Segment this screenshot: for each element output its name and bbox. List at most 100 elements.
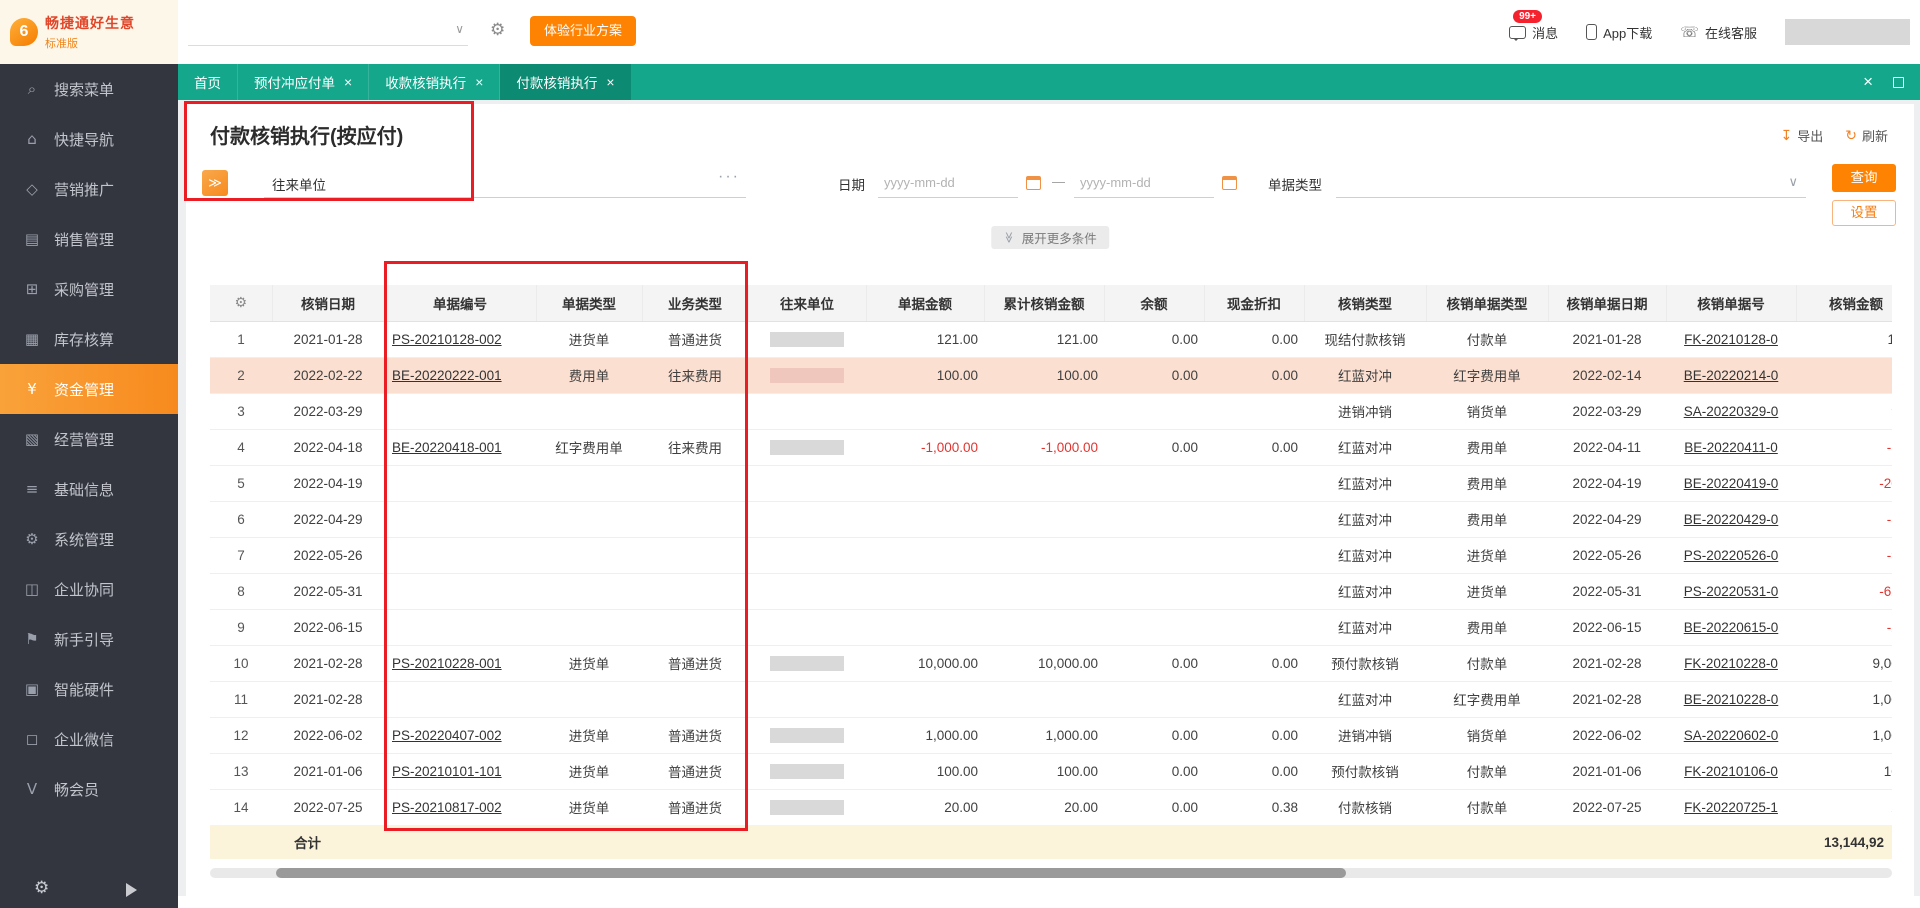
export-button[interactable]: ↧ 导出 (1781, 126, 1824, 145)
cell-doc-no: BE-20220418-001 (384, 429, 536, 466)
writeoff-doc-no-link[interactable]: FK-20210106-0 (1684, 764, 1778, 779)
tab[interactable]: 首页 (178, 64, 238, 100)
writeoff-doc-no-link[interactable]: BE-20220419-0 (1684, 476, 1779, 491)
expand-more-conditions-button[interactable]: ≫ 展开更多条件 (991, 226, 1109, 249)
sidebar-item[interactable]: ◻ 企业微信 (0, 714, 178, 764)
query-button[interactable]: 查询 (1832, 164, 1896, 192)
collapse-filter-button[interactable]: ≫ (202, 170, 228, 196)
writeoff-doc-no-link[interactable]: BE-20220429-0 (1684, 512, 1779, 527)
date-to-input[interactable]: yyyy-mm-dd (1074, 166, 1214, 198)
table-row[interactable]: 14 2022-07-25 PS-20210817-002 进货单 普通进货 2… (210, 789, 1892, 825)
table-row[interactable]: 8 2022-05-31 红蓝对冲 进货单 2022-05-31 PS-2022… (210, 573, 1892, 610)
cell-writeoff-type: 预付款核销 (1304, 753, 1426, 790)
gear-icon[interactable]: ⚙ (490, 20, 505, 40)
cell-writeoff-doc-no: BE-20220429-0 (1666, 501, 1796, 538)
doc-no-link[interactable]: PS-20210817-002 (392, 800, 502, 815)
writeoff-doc-no-link[interactable]: SA-20220329-0 (1684, 404, 1779, 419)
app-download-button[interactable]: App下载 (1586, 23, 1652, 42)
table-row[interactable]: 13 2021-01-06 PS-20210101-101 进货单 普通进货 1… (210, 753, 1892, 790)
tab-label: 首页 (194, 76, 221, 91)
online-service-button[interactable]: ☏ 在线客服 (1680, 23, 1757, 42)
table-row[interactable]: 3 2022-03-29 进销冲销 销货单 2022-03-29 SA-2022… (210, 393, 1892, 430)
calendar-icon[interactable] (1026, 176, 1041, 190)
sidebar-item[interactable]: ◇ 营销推广 (0, 164, 178, 214)
writeoff-doc-no-link[interactable]: SA-20220602-0 (1684, 728, 1779, 743)
chevron-double-down-icon: ≫ (1002, 231, 1015, 244)
close-all-tabs-icon[interactable]: × (1863, 72, 1873, 92)
sidebar-item[interactable]: ◫ 企业协同 (0, 564, 178, 614)
wechat-icon: ◻ (25, 730, 39, 748)
sidebar-item[interactable]: V 畅会员 (0, 764, 178, 814)
column-settings-icon[interactable]: ⚙ (234, 295, 247, 311)
fullscreen-icon[interactable] (1893, 76, 1904, 88)
partner-picker-button[interactable]: ··· (718, 168, 740, 186)
writeoff-doc-no-link[interactable]: FK-20210228-0 (1684, 656, 1778, 671)
tab[interactable]: 收款核销执行 × (369, 64, 501, 100)
sidebar-item[interactable]: ¥ 资金管理 (0, 364, 178, 414)
calendar-icon[interactable] (1222, 176, 1237, 190)
table-row[interactable]: 11 2021-02-28 红蓝对冲 红字费用单 2021-02-28 BE-2… (210, 681, 1892, 718)
sidebar-item[interactable]: ⊞ 采购管理 (0, 264, 178, 314)
doc-no-link[interactable]: PS-20210101-101 (392, 764, 502, 779)
table-row[interactable]: 7 2022-05-26 红蓝对冲 进货单 2022-05-26 PS-2022… (210, 537, 1892, 574)
table-row[interactable]: 9 2022-06-15 红蓝对冲 费用单 2022-06-15 BE-2022… (210, 609, 1892, 646)
experience-plan-button[interactable]: 体验行业方案 (530, 16, 637, 46)
doc-no-link[interactable]: PS-20220407-002 (392, 728, 502, 743)
sidebar-item[interactable]: ▣ 智能硬件 (0, 664, 178, 714)
table-row[interactable]: 5 2022-04-19 红蓝对冲 费用单 2022-04-19 BE-2022… (210, 465, 1892, 502)
account-selector[interactable]: ∨ (188, 16, 468, 46)
sidebar-item[interactable]: ≡ 基础信息 (0, 464, 178, 514)
writeoff-doc-no-link[interactable]: BE-20220615-0 (1684, 620, 1779, 635)
doc-no-link[interactable]: BE-20220418-001 (392, 440, 502, 455)
table-row[interactable]: 6 2022-04-29 红蓝对冲 费用单 2022-04-29 BE-2022… (210, 501, 1892, 538)
settings-gear-icon[interactable]: ⚙ (34, 878, 49, 898)
writeoff-doc-no-link[interactable]: PS-20220531-0 (1684, 584, 1779, 599)
tab[interactable]: 付款核销执行 × (500, 64, 632, 100)
writeoff-doc-no-link[interactable]: BE-20210228-0 (1684, 692, 1779, 707)
cell-doc-type (536, 501, 642, 538)
messages-button[interactable]: 99+ 消息 (1509, 9, 1558, 42)
writeoff-doc-no-link[interactable]: FK-20220725-1 (1684, 800, 1778, 815)
writeoff-doc-no-link[interactable]: BE-20220411-0 (1684, 440, 1778, 455)
date-from-input[interactable]: yyyy-mm-dd (878, 166, 1018, 198)
sidebar-item[interactable]: ▦ 库存核算 (0, 314, 178, 364)
horizontal-scrollbar-thumb[interactable] (276, 868, 1346, 878)
doc-no-link[interactable]: BE-20220222-001 (392, 368, 502, 383)
cell-biz-type (642, 609, 748, 646)
purchase-icon: ⊞ (25, 280, 39, 298)
horizontal-scrollbar-track (210, 868, 1892, 878)
cell-writeoff-type: 红蓝对冲 (1304, 357, 1426, 394)
doc-type-select[interactable]: ∨ (1336, 166, 1806, 198)
sidebar-item[interactable]: ▧ 经营管理 (0, 414, 178, 464)
cell-balance (1104, 681, 1204, 718)
announcement-icon[interactable] (126, 883, 144, 897)
tab-close-icon[interactable]: × (606, 74, 614, 90)
table-row[interactable]: 2 2022-02-22 BE-20220222-001 费用单 往来费用 10… (210, 357, 1892, 394)
sidebar-item-label: 基础信息 (54, 481, 115, 499)
sidebar-item[interactable]: ▤ 销售管理 (0, 214, 178, 264)
sidebar-item[interactable]: ⌂ 快捷导航 (0, 114, 178, 164)
refresh-button[interactable]: ↻ 刷新 (1845, 126, 1888, 145)
writeoff-doc-no-link[interactable]: PS-20220526-0 (1684, 548, 1779, 563)
table-row[interactable]: 12 2022-06-02 PS-20220407-002 进货单 普通进货 1… (210, 717, 1892, 754)
writeoff-doc-no-link[interactable]: FK-20210128-0 (1684, 332, 1778, 347)
cell-partner (748, 393, 866, 430)
doc-no-link[interactable]: PS-20210128-002 (392, 332, 502, 347)
table-row[interactable]: 4 2022-04-18 BE-20220418-001 红字费用单 往来费用 … (210, 429, 1892, 466)
tab-close-icon[interactable]: × (475, 74, 483, 90)
sidebar-item[interactable]: ⚑ 新手引导 (0, 614, 178, 664)
partner-filter-field[interactable]: 往来单位 ··· (264, 166, 746, 198)
cell-cash-discount (1204, 393, 1304, 430)
tab-close-icon[interactable]: × (344, 74, 352, 90)
table-row[interactable]: 1 2021-01-28 PS-20210128-002 进货单 普通进货 12… (210, 321, 1892, 358)
doc-no-link[interactable]: PS-20210228-001 (392, 656, 502, 671)
settings-button[interactable]: 设置 (1832, 200, 1896, 226)
table-row[interactable]: 10 2021-02-28 PS-20210228-001 进货单 普通进货 1… (210, 645, 1892, 682)
writeoff-doc-no-link[interactable]: BE-20220214-0 (1684, 368, 1779, 383)
cell-writeoff-doc-date: 2022-04-19 (1548, 465, 1666, 502)
main-panel: 付款核销执行(按应付) ↧ 导出 ↻ 刷新 ≫ 往来单位 ··· 日期 yyyy… (186, 104, 1914, 896)
sidebar-item[interactable]: ⌕ 搜索菜单 (0, 64, 178, 114)
tab[interactable]: 预付冲应付单 × (238, 64, 370, 100)
sidebar-item[interactable]: ⚙ 系统管理 (0, 514, 178, 564)
cell-doc-no: BE-20220222-001 (384, 357, 536, 394)
